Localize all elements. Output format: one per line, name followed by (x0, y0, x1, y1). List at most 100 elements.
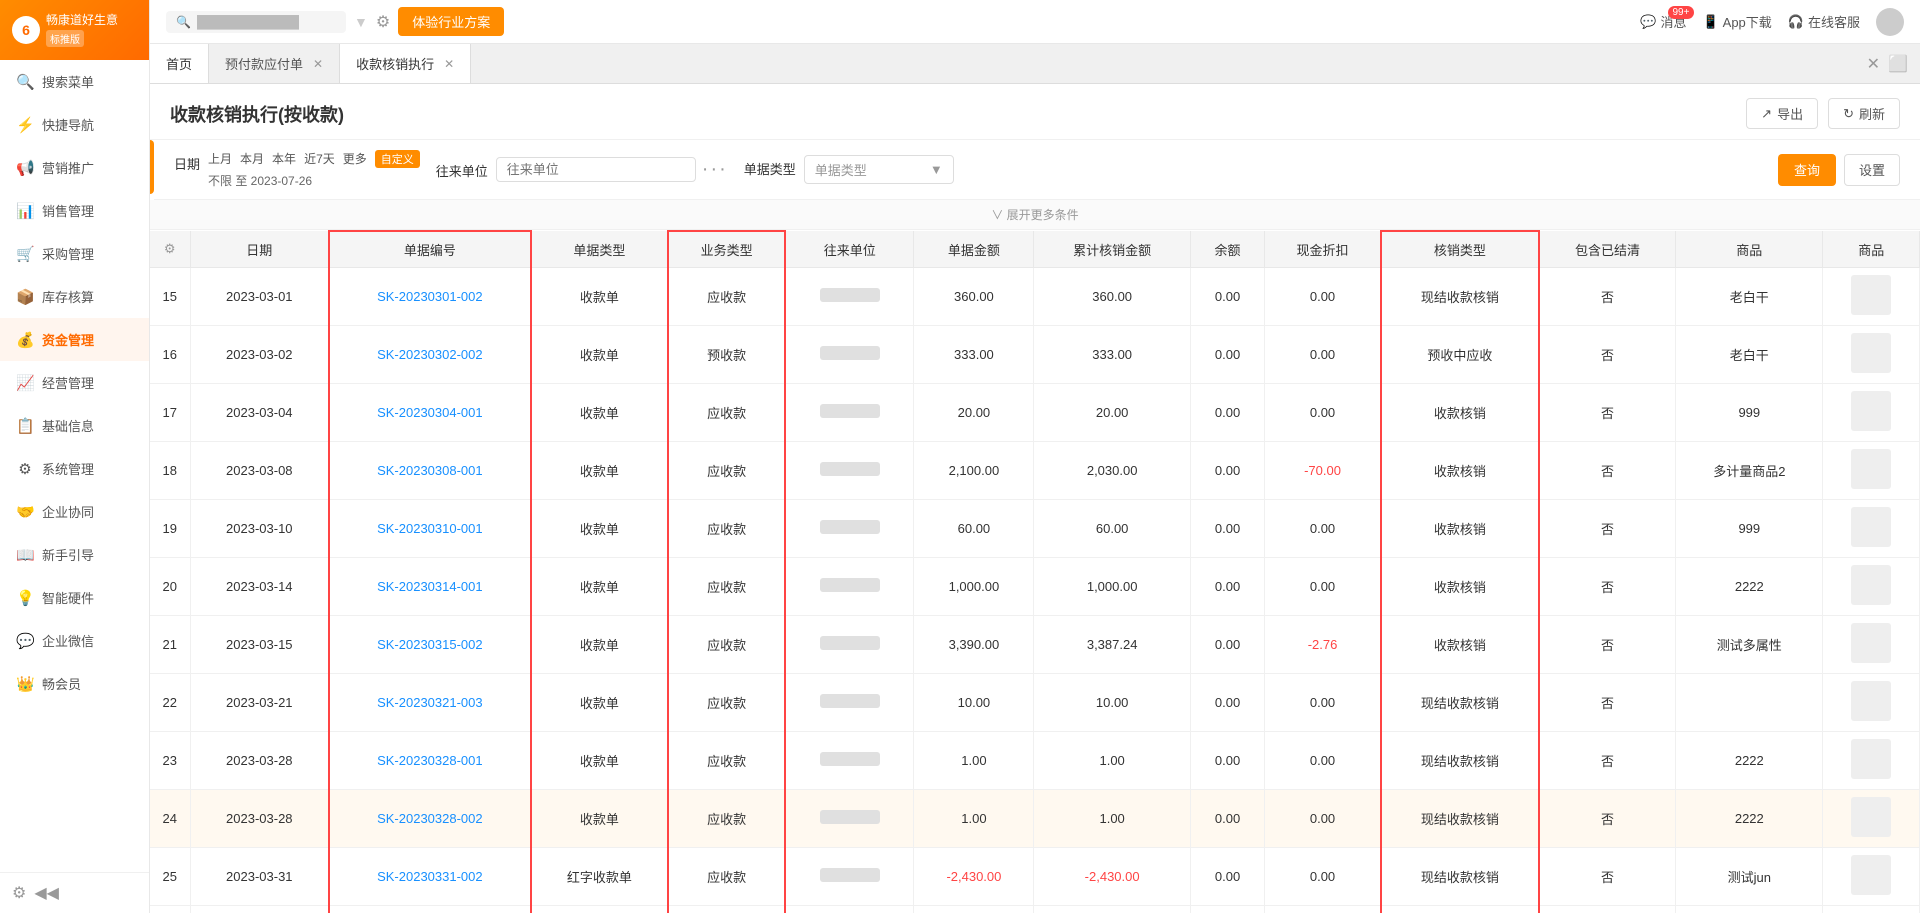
bill-no-link[interactable]: SK-20230321-003 (377, 695, 483, 710)
bill-no-link[interactable]: SK-20230331-002 (377, 869, 483, 884)
solution-button[interactable]: 体验行业方案 (398, 7, 504, 36)
topbar-search[interactable]: 🔍 ████████████ (166, 11, 346, 33)
bill-no-link[interactable]: SK-20230328-001 (377, 753, 483, 768)
settings-icon[interactable]: ⚙ (12, 883, 26, 903)
custom-date-button[interactable]: 自定义 (375, 150, 420, 168)
message-icon: 💬 (1640, 14, 1656, 30)
cell-bill-type: 收款单 (531, 442, 669, 500)
tab-collection-close-icon[interactable]: ✕ (444, 57, 454, 71)
gear-icon[interactable]: ⚙ (376, 12, 390, 32)
settings-button[interactable]: 设置 (1844, 154, 1900, 186)
sidebar-item-10[interactable]: 🤝企业协同 (0, 490, 149, 533)
table-row: 15 2023-03-01 SK-20230301-002 收款单 应收款 36… (150, 268, 1920, 326)
cell-discount: 0.00 (1265, 326, 1381, 384)
cell-cancel-amount: 10.00 (1034, 674, 1190, 732)
sidebar-icon-13: 💬 (16, 632, 34, 650)
cell-goods: 多计量商品2 (1676, 442, 1823, 500)
tab-maximize-icon[interactable]: ⬜ (1888, 54, 1908, 74)
bill-no-link[interactable]: SK-20230308-001 (377, 463, 483, 478)
tab-prepay-close-icon[interactable]: ✕ (313, 57, 323, 71)
cell-include-settled: 否 (1539, 848, 1676, 906)
user-avatar[interactable] (1876, 8, 1904, 36)
sidebar-item-1[interactable]: ⚡快捷导航 (0, 103, 149, 146)
sidebar-item-7[interactable]: 📈经营管理 (0, 361, 149, 404)
cell-amount: 1.00 (914, 790, 1034, 848)
sidebar-item-11[interactable]: 📖新手引导 (0, 533, 149, 576)
bill-no-link[interactable]: SK-20230314-001 (377, 579, 483, 594)
export-button[interactable]: ↗ 导出 (1746, 98, 1818, 129)
party-blurred (820, 288, 880, 302)
table-header-row: ⚙ 日期 单据编号 单据类型 业务类型 往来单位 单据金额 累计核销金额 余额 … (150, 231, 1920, 268)
sidebar-item-2[interactable]: 📢营销推广 (0, 146, 149, 189)
tab-home[interactable]: 首页 (150, 44, 209, 83)
cell-goods2 (1823, 732, 1920, 790)
more-date-link[interactable]: 更多 (343, 150, 367, 168)
export-icon: ↗ (1761, 106, 1772, 122)
col-date-header: 日期 (190, 231, 329, 268)
cell-party (785, 732, 914, 790)
table-row: 17 2023-03-04 SK-20230304-001 收款单 应收款 20… (150, 384, 1920, 442)
this-year-link[interactable]: 本年 (272, 150, 296, 168)
sidebar-item-9[interactable]: ⚙系统管理 (0, 447, 149, 490)
cell-biz-type: 预收款 (668, 326, 785, 384)
sidebar-item-0[interactable]: 🔍搜索菜单 (0, 60, 149, 103)
collapse-icon[interactable]: ◀◀ (34, 883, 59, 903)
expand-more-button[interactable]: ∨ 展开更多条件 (991, 208, 1078, 222)
cell-cancel-amount: 360.00 (1034, 268, 1190, 326)
cell-index: 17 (150, 384, 190, 442)
bill-no-link[interactable]: SK-20230304-001 (377, 405, 483, 420)
this-month-link[interactable]: 本月 (240, 150, 264, 168)
col-bill-no-header: 单据编号 (329, 231, 531, 268)
cell-date: 2023-03-01 (190, 268, 329, 326)
goods-thumbnail (1851, 855, 1891, 895)
sidebar-item-12[interactable]: 💡智能硬件 (0, 576, 149, 619)
bill-no-link[interactable]: SK-20230328-002 (377, 811, 483, 826)
cell-cancel-amount: 1,000.00 (1034, 558, 1190, 616)
bill-no-link[interactable]: SK-20230301-002 (377, 289, 483, 304)
query-button[interactable]: 查询 (1778, 154, 1836, 186)
sidebar-item-3[interactable]: 📊销售管理 (0, 189, 149, 232)
sidebar-item-13[interactable]: 💬企业微信 (0, 619, 149, 662)
sidebar-item-4[interactable]: 🛒采购管理 (0, 232, 149, 275)
cell-party (785, 616, 914, 674)
cell-biz-type: 应收款 (668, 790, 785, 848)
cell-cancel-type: 收款核销 (1381, 500, 1539, 558)
bill-type-filter-group: 单据类型 单据类型 ▼ (744, 155, 954, 184)
online-service-item[interactable]: 🎧 在线客服 (1788, 12, 1860, 31)
sidebar-item-6[interactable]: 💰资金管理 (0, 318, 149, 361)
expand-more-bar: ∨ 展开更多条件 (150, 200, 1920, 230)
cell-bill-no: SK-20230328-002 (329, 790, 531, 848)
cell-amount: 20.00 (914, 906, 1034, 913)
bill-no-link[interactable]: SK-20230315-002 (377, 637, 483, 652)
select-arrow-icon: ▼ (930, 162, 943, 177)
sidebar-item-5[interactable]: 📦库存核算 (0, 275, 149, 318)
last-month-link[interactable]: 上月 (208, 150, 232, 168)
tab-prepay[interactable]: 预付款应付单 ✕ (209, 44, 340, 83)
bill-type-select[interactable]: 单据类型 ▼ (804, 155, 954, 184)
bill-no-link[interactable]: SK-20230310-001 (377, 521, 483, 536)
refresh-button[interactable]: ↻ 刷新 (1828, 98, 1900, 129)
bill-no-link[interactable]: SK-20230302-002 (377, 347, 483, 362)
more-options-icon[interactable]: ··· (702, 158, 728, 181)
sidebar-icon-11: 📖 (16, 546, 34, 564)
tab-collection[interactable]: 收款核销执行 ✕ (340, 44, 471, 83)
app-download-item[interactable]: 📱 App下载 (1702, 12, 1771, 31)
sidebar-item-14[interactable]: 👑畅会员 (0, 662, 149, 705)
table-row: 19 2023-03-10 SK-20230310-001 收款单 应收款 60… (150, 500, 1920, 558)
cell-goods2 (1823, 500, 1920, 558)
tab-close-window-icon[interactable]: ✕ (1867, 54, 1880, 74)
last-7days-link[interactable]: 近7天 (304, 150, 335, 168)
sidebar-icon-4: 🛒 (16, 245, 34, 263)
cell-bill-no: SK-20230302-002 (329, 326, 531, 384)
col-settings-header[interactable]: ⚙ (150, 231, 190, 268)
cell-date: 2023-03-08 (190, 442, 329, 500)
page-header: 收款核销执行(按收款) ↗ 导出 ↻ 刷新 (150, 84, 1920, 140)
party-blurred (820, 578, 880, 592)
cell-date: 2023-03-02 (190, 326, 329, 384)
cell-goods2 (1823, 268, 1920, 326)
table-row: 24 2023-03-28 SK-20230328-002 收款单 应收款 1.… (150, 790, 1920, 848)
party-input[interactable] (496, 157, 696, 182)
table-row: 18 2023-03-08 SK-20230308-001 收款单 应收款 2,… (150, 442, 1920, 500)
message-item[interactable]: 💬 消息 99+ (1640, 12, 1686, 31)
sidebar-item-8[interactable]: 📋基础信息 (0, 404, 149, 447)
